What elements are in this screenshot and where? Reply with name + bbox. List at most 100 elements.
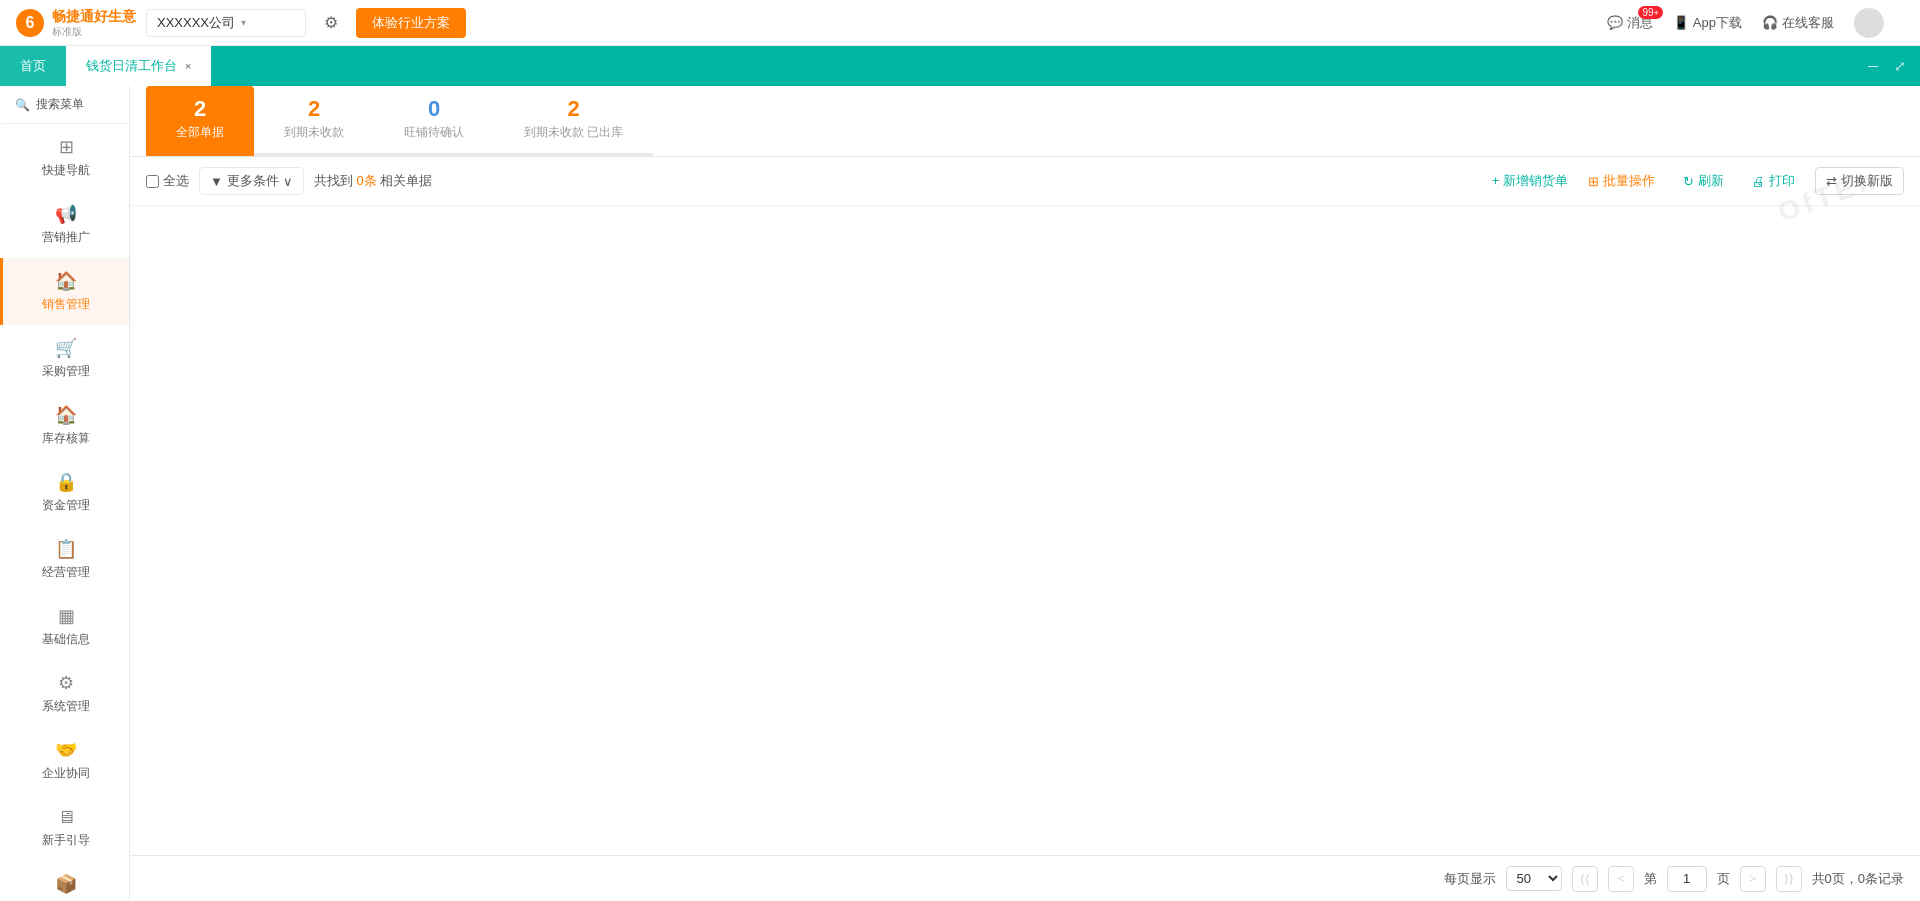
stats-tab-pending[interactable]: 0 旺铺待确认 <box>374 86 494 156</box>
switch-icon: ⇄ <box>1826 174 1837 189</box>
sidebar-item-operation[interactable]: 📋 经营管理 <box>0 526 129 593</box>
sidebar-system-label: 系统管理 <box>42 698 90 715</box>
sidebar-shortcut-label: 快捷导航 <box>42 162 90 179</box>
tab-home[interactable]: 首页 <box>0 46 66 86</box>
batch-label: 批量操作 <box>1603 172 1655 190</box>
page-size-select[interactable]: 50 10 20 100 <box>1506 866 1562 891</box>
sidebar-item-guide[interactable]: 🖥 新手引导 <box>0 794 129 861</box>
stats-tab-shipped[interactable]: 2 到期未收款 已出库 <box>494 86 653 156</box>
trial-button[interactable]: 体验行业方案 <box>356 8 466 38</box>
found-prefix: 共找到 <box>314 173 353 188</box>
print-button[interactable]: 🖨 打印 <box>1744 168 1803 194</box>
sidebar-finance-label: 资金管理 <box>42 497 90 514</box>
stats-count-shipped: 2 <box>568 98 580 120</box>
current-page-input[interactable] <box>1667 866 1707 892</box>
operation-icon: 📋 <box>55 538 77 560</box>
company-name: XXXXXX公司 <box>157 14 235 32</box>
switch-label: 切换新版 <box>1841 172 1893 190</box>
sidebar-sales-label: 销售管理 <box>42 296 90 313</box>
refresh-label: 刷新 <box>1698 172 1724 190</box>
sidebar-item-finance[interactable]: 🔒 资金管理 <box>0 459 129 526</box>
sidebar-item-sales[interactable]: 🏠 销售管理 <box>0 258 129 325</box>
chevron-down-icon: ▾ <box>241 17 246 28</box>
basic-icon: ▦ <box>55 605 77 627</box>
toolbar-left: 全选 ▼ 更多条件 ∨ 共找到 0条 相关单据 <box>146 167 1480 195</box>
sidebar-purchase-label: 采购管理 <box>42 363 90 380</box>
prev-page-button[interactable]: ＜ <box>1608 866 1634 892</box>
batch-icon: ⊞ <box>1588 174 1599 189</box>
select-all-checkbox[interactable]: 全选 <box>146 172 189 190</box>
sidebar-item-basic[interactable]: ▦ 基础信息 <box>0 593 129 660</box>
first-page-button[interactable]: ⟨⟨ <box>1572 866 1598 892</box>
found-count: 0条 <box>357 173 377 188</box>
refresh-button[interactable]: ↻ 刷新 <box>1675 168 1732 194</box>
sidebar-marketing-label: 营销推广 <box>42 229 90 246</box>
app-download-button[interactable]: 📱 App下载 <box>1673 14 1742 32</box>
batch-operation-button[interactable]: ⊞ 批量操作 <box>1580 168 1663 194</box>
shortcut-icon: ⊞ <box>55 136 77 158</box>
sidebar-item-system[interactable]: ⚙ 系统管理 <box>0 660 129 727</box>
header-left: 6 畅捷通好生意 标准版 XXXXXX公司 ▾ ⚙ 体验行业方案 <box>16 7 466 38</box>
refresh-icon: ↻ <box>1683 174 1694 189</box>
appcenter-icon: 📦 <box>55 873 77 895</box>
tab-workbench[interactable]: 钱货日清工作台 × <box>66 46 211 86</box>
print-icon: 🖨 <box>1752 174 1765 189</box>
app-edition: 标准版 <box>52 25 136 38</box>
switch-version-button[interactable]: ⇄ 切换新版 <box>1815 167 1904 195</box>
stats-count-overdue: 2 <box>308 98 320 120</box>
tab-home-label: 首页 <box>20 57 46 75</box>
sidebar-operation-label: 经营管理 <box>42 564 90 581</box>
messages-badge: 99+ <box>1638 6 1662 19</box>
sidebar-item-cooperation[interactable]: 🤝 企业协同 <box>0 727 129 794</box>
online-service-label: 在线客服 <box>1782 14 1834 32</box>
online-service-button[interactable]: 🎧 在线客服 <box>1762 14 1834 32</box>
guide-icon: 🖥 <box>55 806 77 828</box>
last-page-button[interactable]: ⟩⟩ <box>1776 866 1802 892</box>
toolbar-right: + 新增销货单 ⊞ 批量操作 ↻ 刷新 🖨 打印 ⇄ <box>1492 167 1904 195</box>
service-icon: 🎧 <box>1762 15 1778 30</box>
header-right: 💬 消息 99+ 📱 App下载 🎧 在线客服 <box>1607 8 1904 38</box>
header: 6 畅捷通好生意 标准版 XXXXXX公司 ▾ ⚙ 体验行业方案 💬 消息 99… <box>0 0 1920 46</box>
sidebar-item-appcenter[interactable]: 📦 应用中心 <box>0 861 129 901</box>
logo-text: 畅捷通好生意 标准版 <box>52 7 136 38</box>
select-all-input[interactable] <box>146 175 159 188</box>
content-area: 2 全部单据 2 到期未收款 0 旺铺待确认 2 到期未收款 已出库 <box>130 86 1920 901</box>
settings-button[interactable]: ⚙ <box>316 8 346 38</box>
logo-icon: 6 <box>16 9 44 37</box>
table-area <box>130 206 1920 855</box>
minimize-icon[interactable]: ─ <box>1864 54 1882 78</box>
nav-tabs: 首页 钱货日清工作台 × ─ ⤢ <box>0 46 1920 86</box>
company-selector[interactable]: XXXXXX公司 ▾ <box>146 9 306 37</box>
found-text: 共找到 0条 相关单据 <box>314 172 432 190</box>
stats-tab-overdue[interactable]: 2 到期未收款 <box>254 86 374 156</box>
cooperation-icon: 🤝 <box>55 739 77 761</box>
pagination: 每页显示 50 10 20 100 ⟨⟨ ＜ 第 页 ＞ ⟩⟩ 共0页，0条记录 <box>130 855 1920 901</box>
sidebar-basic-label: 基础信息 <box>42 631 90 648</box>
add-sales-order-button[interactable]: + 新增销货单 <box>1492 172 1568 190</box>
sidebar-item-marketing[interactable]: 📢 营销推广 <box>0 191 129 258</box>
content-inner: 2 全部单据 2 到期未收款 0 旺铺待确认 2 到期未收款 已出库 <box>130 86 1920 901</box>
toolbar: 全选 ▼ 更多条件 ∨ 共找到 0条 相关单据 + 新增销货单 <box>130 157 1920 206</box>
found-suffix: 相关单据 <box>380 173 432 188</box>
avatar[interactable] <box>1854 8 1884 38</box>
maximize-icon[interactable]: ⤢ <box>1890 54 1910 78</box>
stats-tab-all[interactable]: 2 全部单据 <box>146 86 254 156</box>
purchase-icon: 🛒 <box>55 337 77 359</box>
messages-button[interactable]: 💬 消息 99+ <box>1607 14 1653 32</box>
finance-icon: 🔒 <box>55 471 77 493</box>
filter-chevron-icon: ∨ <box>283 174 293 189</box>
sidebar-item-purchase[interactable]: 🛒 采购管理 <box>0 325 129 392</box>
page-label-pre: 第 <box>1644 870 1657 888</box>
filter-button[interactable]: ▼ 更多条件 ∨ <box>199 167 304 195</box>
marketing-icon: 📢 <box>55 203 77 225</box>
sidebar-item-shortcut[interactable]: ⊞ 快捷导航 <box>0 124 129 191</box>
sidebar-item-inventory[interactable]: 🏠 库存核算 <box>0 392 129 459</box>
stats-label-all: 全部单据 <box>176 124 224 141</box>
stats-label-pending: 旺铺待确认 <box>404 124 464 141</box>
next-page-button[interactable]: ＞ <box>1740 866 1766 892</box>
page-label-post: 页 <box>1717 870 1730 888</box>
nav-tabs-right: ─ ⤢ <box>1864 54 1920 78</box>
sidebar-search[interactable]: 🔍 搜索菜单 <box>0 86 129 124</box>
tab-close-icon[interactable]: × <box>185 60 191 72</box>
system-icon: ⚙ <box>55 672 77 694</box>
